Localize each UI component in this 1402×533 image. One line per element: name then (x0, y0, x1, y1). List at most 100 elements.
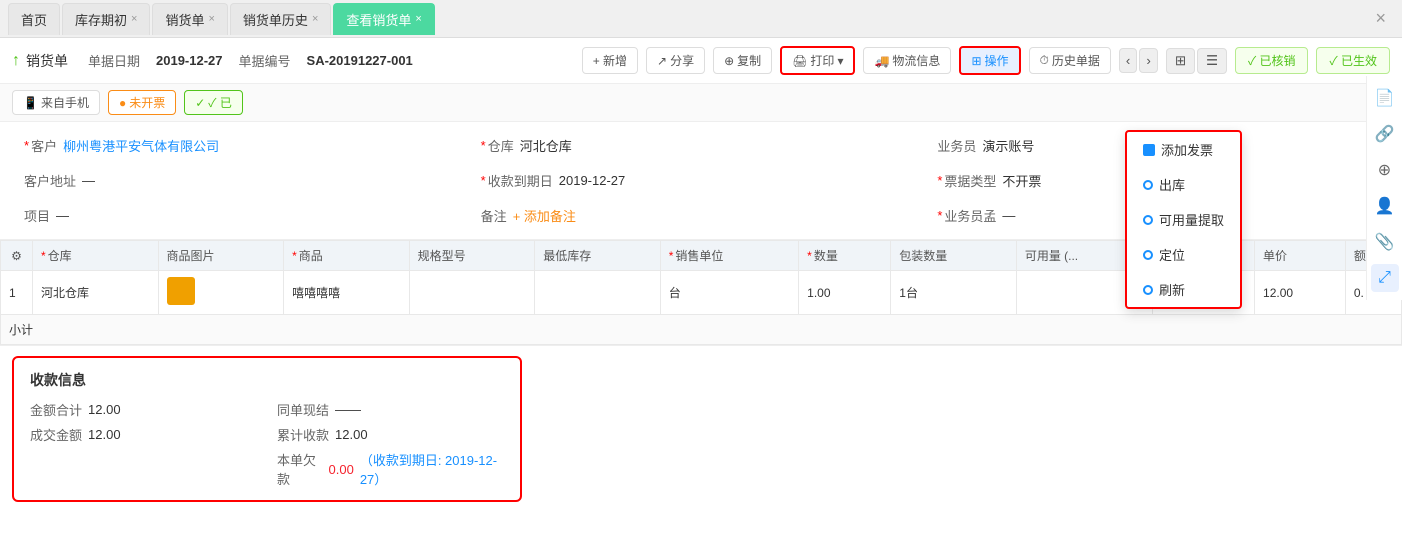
col-pkg-qty: 包装数量 (891, 241, 1017, 271)
due-date-label: 收款到期日 (488, 171, 553, 190)
col-image: 商品图片 (158, 241, 284, 271)
payment-info-box: 收款信息 金额合计 12.00 同单现结 —— 成交金额 12.00 累计收款 … (12, 356, 522, 502)
tab-sale-history-close[interactable]: × (312, 13, 318, 25)
tab-sale-order-label: 销货单 (165, 10, 204, 29)
tab-sale-order-close[interactable]: × (208, 13, 214, 25)
not-open-label: 未开票 (129, 94, 165, 111)
cell-warehouse: 河北仓库 (33, 271, 159, 315)
tab-inventory[interactable]: 库存期初 × (62, 3, 150, 35)
col-product: *商品 (284, 241, 410, 271)
print-button[interactable]: 🖨 打印 ▾ (780, 46, 855, 75)
tab-sale-history-label: 销货单历史 (243, 10, 308, 29)
add-note-button[interactable]: + 添加备注 (513, 206, 576, 225)
right-sidebar: 📄 🔗 ⊕ 👤 📎 ⤢ (1366, 76, 1402, 300)
quantity-icon (1143, 215, 1153, 225)
doc-no-value: SA-20191227-001 (307, 53, 413, 68)
tab-sale-history[interactable]: 销货单历史 × (230, 3, 331, 35)
truck-icon: 🚚 (874, 54, 889, 68)
share-button[interactable]: ↗ 分享 (646, 47, 705, 74)
print-dropdown-arrow: ▾ (837, 54, 843, 68)
payment-total-label: 金额合计 (30, 400, 82, 419)
payment-deal-item: 成交金额 12.00 (30, 425, 257, 444)
col-warehouse: *仓库 (33, 241, 159, 271)
grid-view-button[interactable]: ⊞ (1166, 48, 1195, 74)
staff-value: 演示账号 (982, 136, 1034, 155)
product-image (167, 277, 195, 305)
doc-icon: ↑ (12, 52, 20, 70)
history-label: 历史单据 (1052, 52, 1100, 69)
operate-dropdown-menu: 添加发票 出库 可用量提取 定位 刷新 (1125, 130, 1242, 309)
tab-home[interactable]: 首页 (8, 3, 60, 35)
cell-sale-unit: 台 (660, 271, 798, 315)
confirm-label: ✓ 已 (208, 94, 232, 111)
next-button[interactable]: › (1139, 48, 1157, 73)
project-label: 项目 (24, 206, 50, 225)
tab-sale-order[interactable]: 销货单 × (152, 3, 227, 35)
ticket-type-value: 不开票 (1002, 171, 1041, 190)
address-label: 客户地址 (24, 171, 76, 190)
warehouse-label: 仓库 (488, 136, 514, 155)
prev-button[interactable]: ‹ (1119, 48, 1137, 73)
add-invoice-icon (1143, 144, 1155, 156)
tab-check-sale[interactable]: 查看销货单 × (333, 3, 434, 35)
doc-title-label: 销货单 (26, 51, 68, 71)
col-unit-price: 单价 (1255, 241, 1346, 271)
effective-status-button[interactable]: ✓ 已生效 (1316, 47, 1390, 74)
project-field: 项目 — (16, 202, 473, 229)
dropdown-locate[interactable]: 定位 (1127, 237, 1240, 272)
staff2-required-star: * (937, 208, 942, 223)
customer-field: * 客户 柳州粤港平安气体有限公司 (16, 132, 473, 159)
doc-actions: + 新增 ↗ 分享 ⊕ 复制 🖨 打印 ▾ 🚚 物流信息 (582, 46, 1390, 75)
note-label: 备注 (481, 206, 507, 225)
tab-check-sale-label: 查看销货单 (346, 10, 411, 29)
sidebar-user-icon[interactable]: 👤 (1371, 192, 1399, 220)
dropdown-outbound[interactable]: 出库 (1127, 167, 1240, 202)
new-button[interactable]: + 新增 (582, 47, 638, 74)
tab-bar: 首页 库存期初 × 销货单 × 销货单历史 × 查看销货单 × × (0, 0, 1402, 38)
window-close-button[interactable]: × (1367, 4, 1394, 32)
tab-home-label: 首页 (21, 10, 47, 29)
dropdown-refresh[interactable]: 刷新 (1127, 272, 1240, 307)
history-icon: ⏱ (1040, 53, 1049, 68)
logistics-label: 物流信息 (892, 52, 940, 69)
tab-inventory-close[interactable]: × (131, 13, 137, 25)
ticket-type-label: 票据类型 (944, 171, 996, 190)
dropdown-add-invoice[interactable]: 添加发票 (1127, 132, 1240, 167)
warehouse-value: 河北仓库 (520, 136, 572, 155)
staff2-value: — (1002, 208, 1015, 223)
cell-qty: 1.00 (799, 271, 891, 315)
copy-button[interactable]: ⊕ 复制 (713, 47, 772, 74)
customer-value[interactable]: 柳州粤港平安气体有限公司 (63, 136, 219, 155)
payment-owe-item: 本单欠款 0.00 （收款到期日: 2019-12-27） (277, 450, 504, 488)
cell-unit-price: 12.00 (1255, 271, 1346, 315)
project-value: — (56, 208, 69, 223)
payment-deal-value: 12.00 (88, 427, 121, 442)
operate-button[interactable]: ⊞ 操作 (959, 46, 1020, 75)
col-min-stock: 最低库存 (535, 241, 661, 271)
sold-status-button[interactable]: ✓ 已核销 (1235, 47, 1309, 74)
sidebar-doc-icon[interactable]: 📄 (1371, 84, 1399, 112)
sidebar-link-icon[interactable]: 🔗 (1371, 120, 1399, 148)
confirm-button[interactable]: ✓ ✓ 已 (184, 90, 243, 115)
history-button[interactable]: ⏱ 历史单据 (1029, 47, 1111, 74)
tab-check-sale-close[interactable]: × (415, 13, 421, 25)
dropdown-quantity[interactable]: 可用量提取 (1127, 202, 1240, 237)
copy-label: 复制 (737, 52, 761, 69)
payment-same-order-item: 同单现结 —— (277, 400, 504, 419)
logistics-button[interactable]: 🚚 物流信息 (863, 47, 951, 74)
customer-required-star: * (24, 138, 29, 153)
not-open-button[interactable]: ● 未开票 (108, 90, 176, 115)
sidebar-expand-icon[interactable]: ⤢ (1371, 264, 1399, 292)
doc-title-section: ↑ 销货单 (12, 51, 68, 71)
outbound-icon (1143, 180, 1153, 190)
sidebar-add-icon[interactable]: ⊕ (1371, 156, 1399, 184)
list-view-button[interactable]: ☰ (1197, 48, 1227, 74)
payment-cumulative-value: 12.00 (335, 427, 368, 442)
from-phone-button[interactable]: 📱 来自手机 (12, 90, 100, 115)
nav-arrows: ‹ › (1119, 48, 1158, 73)
sidebar-attach-icon[interactable]: 📎 (1371, 228, 1399, 256)
from-phone-label: 来自手机 (41, 94, 89, 111)
locate-label: 定位 (1159, 245, 1185, 264)
share-icon: ↗ (657, 54, 667, 68)
refresh-icon (1143, 285, 1153, 295)
